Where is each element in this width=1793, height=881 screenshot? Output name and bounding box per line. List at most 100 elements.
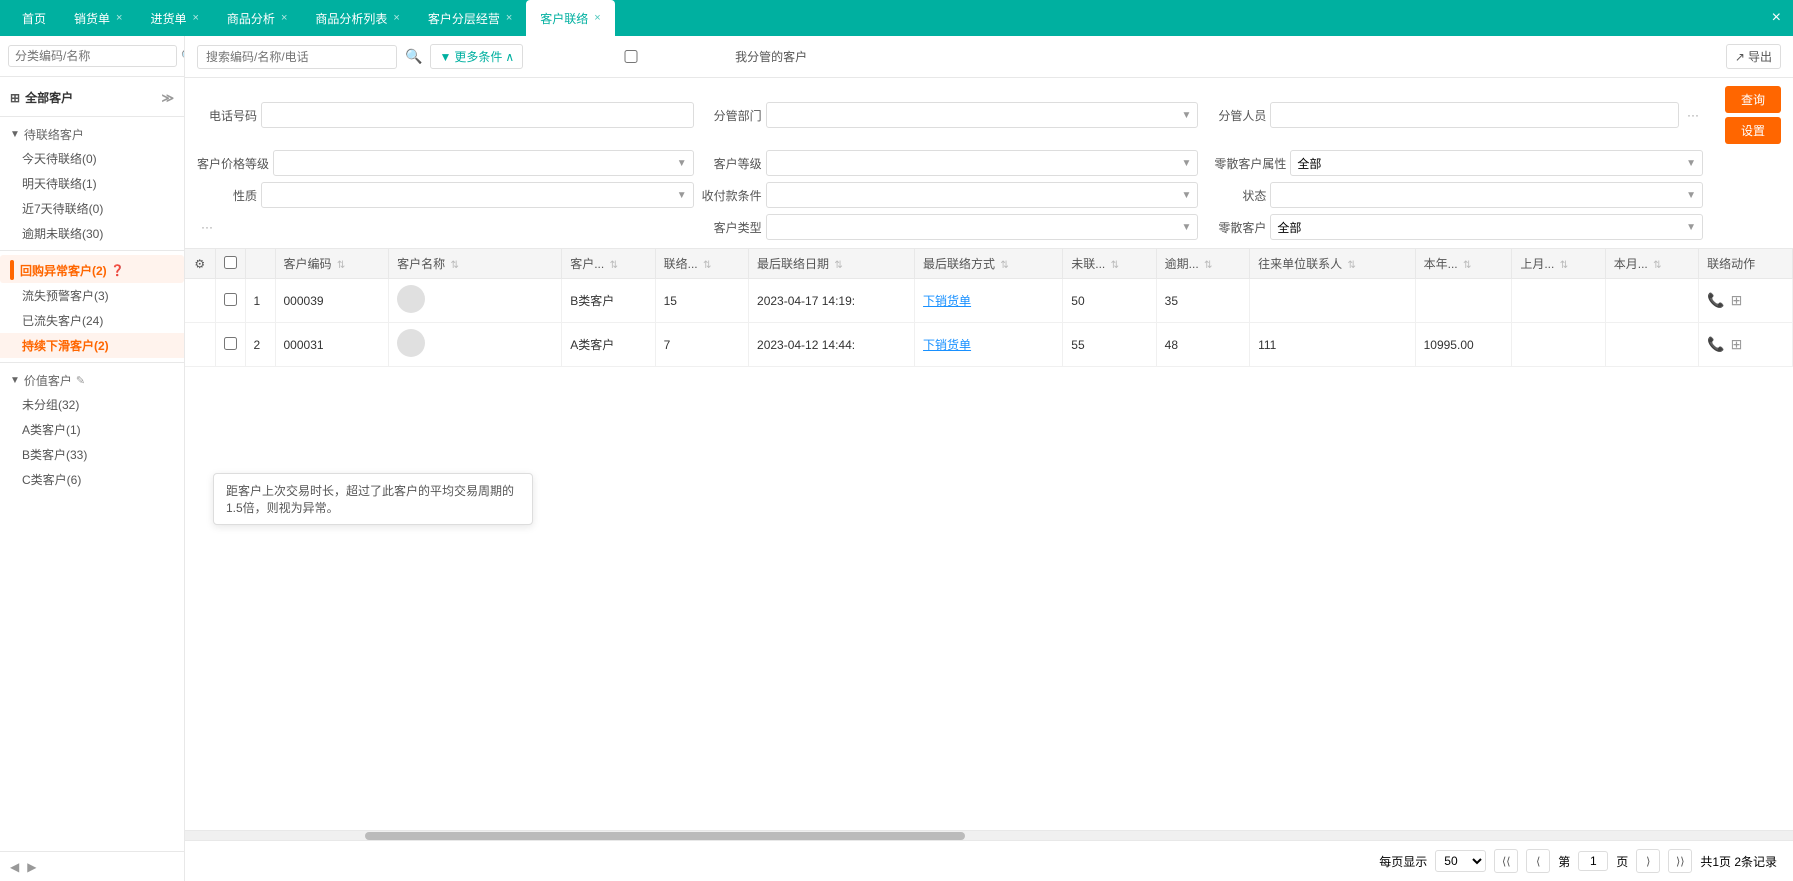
- customer-level-select[interactable]: ▼: [766, 150, 1199, 176]
- row-last-contact-method[interactable]: 下销货单: [915, 323, 1063, 367]
- nav-item-customer-tier[interactable]: 客户分层经营 ×: [414, 0, 526, 36]
- prev-page-button[interactable]: ⟨: [1526, 849, 1550, 873]
- nature-label: 性质: [197, 187, 257, 204]
- contact-method-link[interactable]: 下销货单: [923, 294, 971, 308]
- sidebar-item-unclassified[interactable]: 未分组(32): [0, 392, 184, 417]
- set-button[interactable]: 设置: [1725, 117, 1781, 144]
- filter-field-customer-level: 客户等级 ▼: [702, 150, 1199, 176]
- last-contact-method-column-header[interactable]: 最后联络方式 ⇅: [915, 249, 1063, 279]
- query-button[interactable]: 查询: [1725, 86, 1781, 113]
- last-month-column-header[interactable]: 上月... ⇅: [1512, 249, 1605, 279]
- code-column-header[interactable]: 客户编码 ⇅: [275, 249, 389, 279]
- sidebar-search-input[interactable]: [8, 45, 177, 67]
- nav-item-product-list[interactable]: 商品分析列表 ×: [301, 0, 413, 36]
- row-this-month: [1605, 279, 1698, 323]
- right-arrow[interactable]: ▶: [27, 860, 36, 874]
- sidebar-item-today[interactable]: 今天待联络(0): [0, 146, 184, 171]
- more-icon[interactable]: ···: [1683, 108, 1703, 122]
- phone-icon[interactable]: 📞: [1707, 336, 1724, 353]
- contact-column-header[interactable]: 联络... ⇅: [655, 249, 748, 279]
- this-month-column-header[interactable]: 本月... ⇅: [1605, 249, 1698, 279]
- phone-input[interactable]: [261, 102, 694, 128]
- status-select[interactable]: ▼: [1270, 182, 1703, 208]
- customer-type-select[interactable]: ▼: [766, 214, 1199, 240]
- nav-item-purchase[interactable]: 进货单 ×: [136, 0, 212, 36]
- unit-contacts-column-header[interactable]: 往来单位联系人 ⇅: [1250, 249, 1416, 279]
- sidebar-item-lost[interactable]: 已流失客户(24): [0, 308, 184, 333]
- sidebar-group-pending[interactable]: ▼ 待联络客户: [0, 121, 184, 146]
- search-icon[interactable]: 🔍: [405, 48, 422, 65]
- nav-item-home[interactable]: 首页: [8, 0, 60, 36]
- settings-column-header[interactable]: ⚙: [185, 249, 215, 279]
- uncontacted-column-header[interactable]: 未联... ⇅: [1063, 249, 1156, 279]
- overdue-column-header[interactable]: 逾期... ⇅: [1156, 249, 1249, 279]
- table-row: 1 000039 B类客户 15 2023-04-17 14:19: 下销货单 …: [185, 279, 1793, 323]
- sidebar-all-customers[interactable]: ⊞ 全部客户 ≫: [0, 83, 184, 112]
- page-number-input[interactable]: 1: [1578, 851, 1608, 871]
- avatar: [397, 329, 425, 357]
- row-checkbox[interactable]: [215, 323, 245, 367]
- sort-icon: ⇅: [1111, 260, 1119, 271]
- horizontal-scrollbar[interactable]: [185, 830, 1793, 840]
- select-all-checkbox[interactable]: [224, 256, 237, 269]
- edit-icon[interactable]: ✎: [76, 374, 85, 387]
- filter-field-nature: 性质 ▼: [197, 182, 694, 208]
- sidebar-group-value[interactable]: ▼ 价值客户 ✎: [0, 367, 184, 392]
- sidebar-item-c-class[interactable]: C类客户(6): [0, 467, 184, 492]
- row-contact: 15: [655, 279, 748, 323]
- payment-select[interactable]: ▼: [766, 182, 1199, 208]
- collapse-icon[interactable]: ≫: [161, 91, 174, 105]
- my-customers-checkbox[interactable]: 我分管的客户: [531, 48, 807, 65]
- dept-select[interactable]: ▼: [766, 102, 1199, 128]
- more-options-icon[interactable]: ···: [197, 220, 217, 234]
- this-year-column-header[interactable]: 本年... ⇅: [1415, 249, 1512, 279]
- next-page-button[interactable]: ⟩: [1636, 849, 1660, 873]
- nature-select[interactable]: ▼: [261, 182, 694, 208]
- scatter-attr-select[interactable]: 全部 ▼: [1290, 150, 1703, 176]
- close-icon[interactable]: ×: [506, 12, 512, 24]
- first-page-button[interactable]: ⟨⟨: [1494, 849, 1518, 873]
- last-page-button[interactable]: ⟩⟩: [1668, 849, 1692, 873]
- search-input[interactable]: [197, 45, 397, 69]
- sidebar-group-abnormal[interactable]: 回购异常客户(2) ❓: [0, 255, 184, 283]
- sidebar-item-declining[interactable]: 持续下滑客户(2): [0, 333, 184, 358]
- left-arrow[interactable]: ◀: [10, 860, 19, 874]
- scrollbar-thumb[interactable]: [365, 832, 965, 840]
- close-icon[interactable]: ×: [192, 12, 198, 24]
- table-area[interactable]: ⚙ 客户编码 ⇅ 客户名称 ⇅: [185, 249, 1793, 830]
- per-page-select[interactable]: 50 20 100: [1435, 850, 1486, 872]
- close-all-button[interactable]: ×: [1772, 9, 1781, 27]
- close-icon[interactable]: ×: [281, 12, 287, 24]
- last-contact-date-column-header[interactable]: 最后联络日期 ⇅: [749, 249, 915, 279]
- export-button[interactable]: ↗ 导出: [1726, 44, 1781, 69]
- nav-item-product-analysis[interactable]: 商品分析 ×: [213, 0, 301, 36]
- manager-input[interactable]: [1270, 102, 1679, 128]
- name-column-header[interactable]: 客户名称 ⇅: [389, 249, 562, 279]
- row-overdue: 35: [1156, 279, 1249, 323]
- close-icon[interactable]: ×: [594, 12, 600, 24]
- sidebar-item-tomorrow[interactable]: 明天待联络(1): [0, 171, 184, 196]
- category-column-header[interactable]: 客户... ⇅: [562, 249, 655, 279]
- price-level-select[interactable]: ▼: [273, 150, 694, 176]
- sidebar-item-overdue[interactable]: 逾期未联络(30): [0, 221, 184, 246]
- row-select-checkbox[interactable]: [224, 337, 237, 350]
- sidebar-item-loss-warning[interactable]: 流失预警客户(3): [0, 283, 184, 308]
- contact-method-link[interactable]: 下销货单: [923, 338, 971, 352]
- filter-field-scatter-attr: 零散客户属性 全部 ▼: [1206, 150, 1703, 176]
- sidebar-item-a-class[interactable]: A类客户(1): [0, 417, 184, 442]
- row-last-contact-method[interactable]: 下销货单: [915, 279, 1063, 323]
- nav-item-sales[interactable]: 销货单 ×: [60, 0, 136, 36]
- close-icon[interactable]: ×: [393, 12, 399, 24]
- sidebar-item-b-class[interactable]: B类客户(33): [0, 442, 184, 467]
- more-actions-icon[interactable]: ⊞: [1731, 336, 1743, 353]
- nav-item-customer-contact[interactable]: 客户联络 ×: [526, 0, 614, 36]
- phone-icon[interactable]: 📞: [1707, 292, 1724, 309]
- row-checkbox[interactable]: [215, 279, 245, 323]
- close-icon[interactable]: ×: [116, 12, 122, 24]
- row-select-checkbox[interactable]: [224, 293, 237, 306]
- my-customers-check[interactable]: [531, 50, 731, 63]
- sidebar-item-7days[interactable]: 近7天待联络(0): [0, 196, 184, 221]
- scatter-select[interactable]: 全部 ▼: [1270, 214, 1703, 240]
- more-filters-button[interactable]: ▼ 更多条件 ∧: [430, 44, 523, 69]
- more-actions-icon[interactable]: ⊞: [1731, 292, 1743, 309]
